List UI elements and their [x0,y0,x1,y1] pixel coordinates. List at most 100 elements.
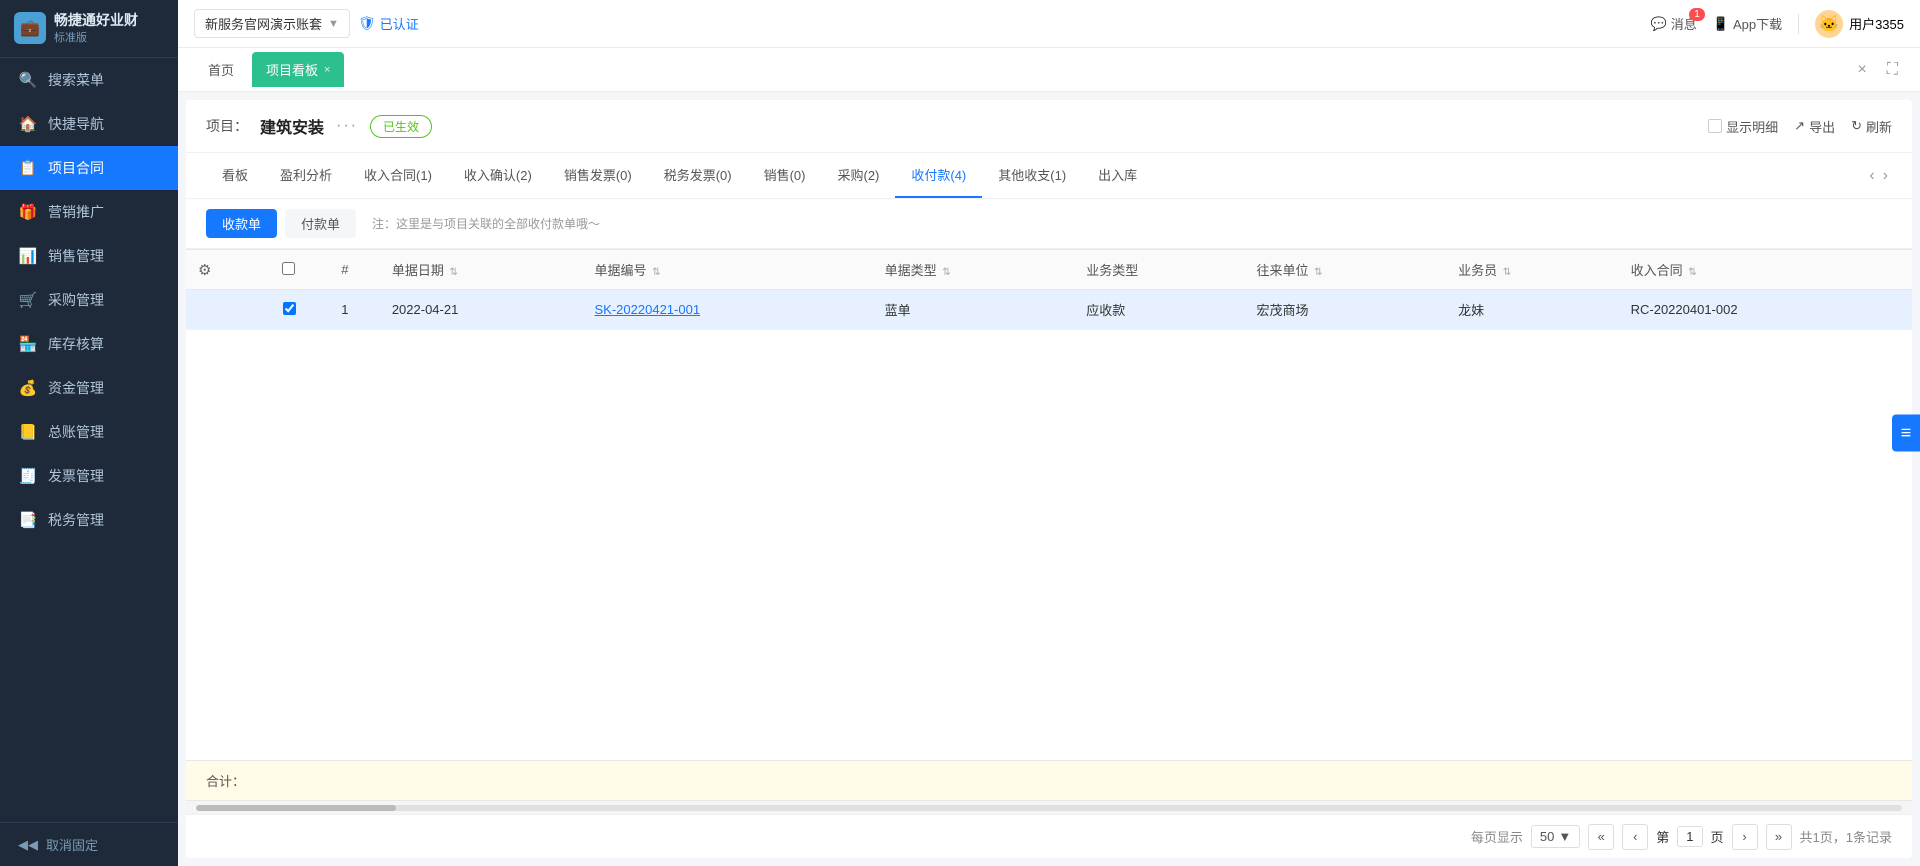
sidebar-item-finance[interactable]: 💰 资金管理 [0,366,178,410]
window-close-button[interactable]: × [1851,61,1872,79]
inner-tab-payment[interactable]: 付款单 [285,209,356,238]
th-date[interactable]: 单据日期 ⇅ [380,250,583,290]
sidebar-item-search[interactable]: 🔍 搜索菜单 [0,58,178,102]
sidebar-item-invoice[interactable]: 🧾 发票管理 [0,454,178,498]
per-page-select[interactable]: 50 ▼ [1531,825,1580,848]
td-type: 蓝单 [873,290,1075,330]
sub-tab-profit[interactable]: 盈利分析 [264,153,348,198]
sort-icon: ⇅ [449,267,457,278]
topbar-left: 新服务官网演示账套 ▼ 🛡 已认证 [194,9,419,38]
sub-tab-income-confirm[interactable]: 收入确认(2) [448,153,548,198]
messages-button[interactable]: 💬 消息 1 [1651,14,1697,33]
show-detail-checkbox[interactable]: 显示明细 [1708,117,1778,136]
th-num: # [310,250,380,290]
th-partner[interactable]: 往来单位 ⇅ [1244,250,1446,290]
sub-tab-payment[interactable]: 收付款(4) [895,153,982,198]
select-all-checkbox[interactable] [282,262,295,275]
project-icon: 📋 [18,158,38,178]
project-status-badge: 已生效 [370,115,432,138]
sidebar-item-label: 资金管理 [48,378,104,398]
td-income-contract: RC-20220401-002 [1619,290,1912,330]
marketing-icon: 🎁 [18,202,38,222]
sidebar-item-inventory[interactable]: 🏪 库存核算 [0,322,178,366]
logo-icon: 💼 [14,12,46,44]
th-code[interactable]: 单据编号 ⇅ [583,250,873,290]
th-income-contract[interactable]: 收入合同 ⇅ [1619,250,1912,290]
account-name: 新服务官网演示账套 [205,14,322,33]
tab-home-label: 首页 [208,60,234,79]
logo-sub: 标准版 [54,29,138,45]
sidebar-item-tax[interactable]: 📑 税务管理 [0,498,178,542]
th-settings[interactable]: ⚙ [186,250,270,290]
sub-tab-tax-invoice[interactable]: 税务发票(0) [648,153,748,198]
inner-tab-receipt[interactable]: 收款单 [206,209,277,238]
refresh-button[interactable]: ↻ 刷新 [1851,117,1892,136]
sidebar-item-project-contract[interactable]: 📋 项目合同 [0,146,178,190]
td-settings [186,290,270,330]
settings-icon[interactable]: ⚙ [198,262,211,279]
record-link[interactable]: SK-20220421-001 [595,302,701,317]
prev-page-button[interactable]: ‹ [1622,824,1648,850]
content-panel: 项目： 建筑安装 ··· 已生效 显示明细 ↗ 导出 ↻ 刷新 [186,100,1912,858]
sub-tab-sales[interactable]: 销售(0) [748,153,822,198]
th-staff[interactable]: 业务员 ⇅ [1446,250,1619,290]
logo-text: 畅捷通好业财 [54,12,138,29]
last-page-button[interactable]: » [1766,824,1792,850]
chevron-down-icon: ▼ [1558,829,1571,844]
per-page-label: 每页显示 [1471,827,1523,846]
user-menu[interactable]: 🐱 用户3355 [1815,10,1904,38]
sub-tab-inout[interactable]: 出入库 [1082,153,1153,198]
sidebar-item-marketing[interactable]: 🎁 营销推广 [0,190,178,234]
next-page-button[interactable]: › [1732,824,1758,850]
td-num: 1 [310,290,380,330]
sales-icon: 📊 [18,246,38,266]
pin-icon: ◀◀ [18,837,38,853]
sidebar-item-sales[interactable]: 📊 销售管理 [0,234,178,278]
sidebar-item-purchase[interactable]: 🛒 采购管理 [0,278,178,322]
current-page: 1 [1677,826,1702,847]
sidebar: 💼 畅捷通好业财 标准版 🔍 搜索菜单 🏠 快捷导航 📋 项目合同 🎁 营销推广… [0,0,178,866]
sub-tab-other-income[interactable]: 其他收支(1) [982,153,1082,198]
quick-access-button[interactable]: ≡ [1892,415,1920,452]
inner-tabs: 收款单 付款单 注：这里是与项目关联的全部收付款单哦～ [186,199,1912,249]
sidebar-unpin-button[interactable]: ◀◀ 取消固定 [0,822,178,866]
sidebar-item-label: 税务管理 [48,510,104,530]
project-actions: 显示明细 ↗ 导出 ↻ 刷新 [1708,117,1892,136]
scroll-thumb[interactable] [196,805,396,811]
sub-tab-next-arrow[interactable]: › [1879,163,1892,189]
more-options-icon[interactable]: ··· [336,117,358,135]
sub-tab-prev-arrow[interactable]: ‹ [1865,163,1878,189]
tab-home[interactable]: 首页 [194,52,248,87]
first-page-button[interactable]: « [1588,824,1614,850]
account-selector[interactable]: 新服务官网演示账套 ▼ [194,9,350,38]
table-container: ⚙ # 单据日期 ⇅ 单据编号 ⇅ [186,249,1912,760]
sub-tab-purchase[interactable]: 采购(2) [821,153,895,198]
sidebar-item-label: 快捷导航 [48,114,104,134]
chevron-down-icon: ▼ [328,18,339,30]
sidebar-item-label: 销售管理 [48,246,104,266]
tab-project-board[interactable]: 项目看板 × [252,52,344,87]
th-checkbox [270,250,310,290]
sub-tab-sales-invoice[interactable]: 销售发票(0) [548,153,648,198]
message-icon: 💬 [1651,16,1667,32]
certified-badge: 🛡 已认证 [358,14,419,33]
tab-close-icon[interactable]: × [324,64,330,76]
sidebar-item-label: 发票管理 [48,466,104,486]
sub-tab-income-contract[interactable]: 收入合同(1) [348,153,448,198]
export-button[interactable]: ↗ 导出 [1794,117,1835,136]
sidebar-scroll: 🔍 搜索菜单 🏠 快捷导航 📋 项目合同 🎁 营销推广 📊 销售管理 🛒 采购管… [0,58,178,822]
phone-icon: 📱 [1713,16,1729,32]
row-checkbox[interactable] [283,302,296,315]
refresh-icon: ↻ [1851,118,1862,134]
td-date: 2022-04-21 [380,290,583,330]
table-row: 1 2022-04-21 SK-20220421-001 蓝单 应收款 宏茂商场… [186,290,1912,330]
sub-tab-board[interactable]: 看板 [206,153,264,198]
th-type[interactable]: 单据类型 ⇅ [873,250,1075,290]
sidebar-item-quick-nav[interactable]: 🏠 快捷导航 [0,102,178,146]
avatar: 🐱 [1815,10,1843,38]
app-download-button[interactable]: 📱 App下载 [1713,14,1782,33]
td-code[interactable]: SK-20220421-001 [583,290,873,330]
window-maximize-button[interactable]: ⛶ [1881,61,1904,79]
sidebar-item-ledger[interactable]: 📒 总账管理 [0,410,178,454]
total-info: 共1页，1条记录 [1800,827,1892,846]
